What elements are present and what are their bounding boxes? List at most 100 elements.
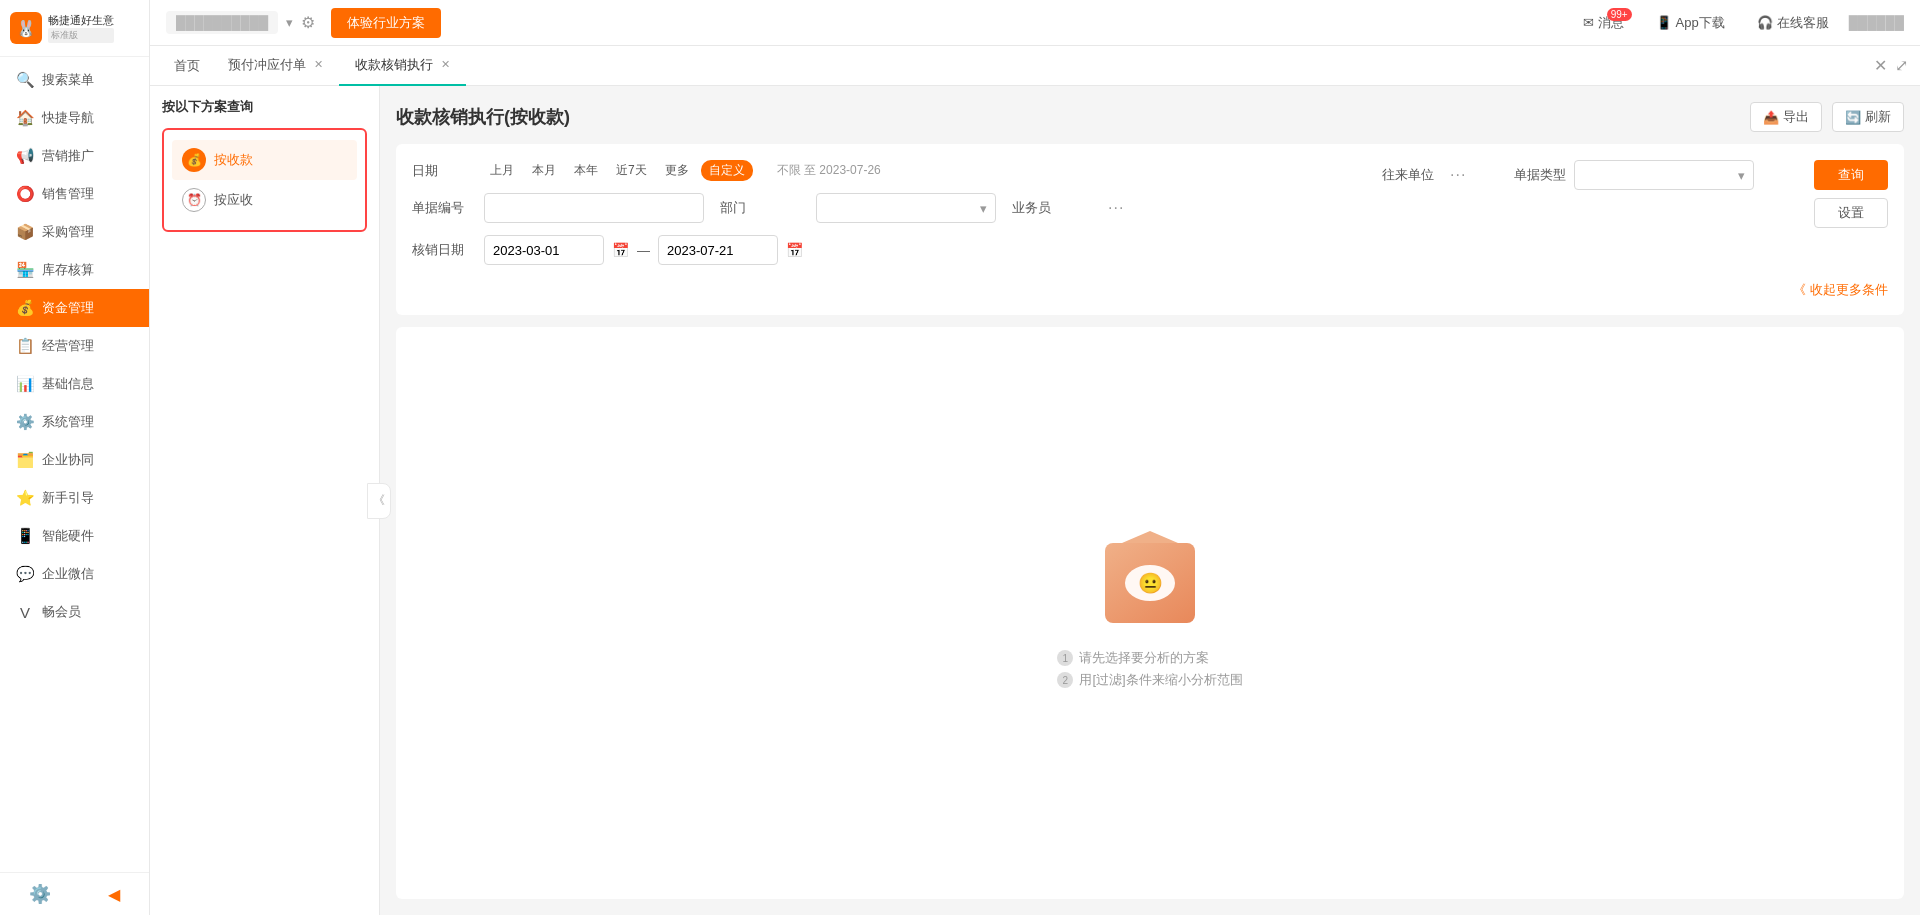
sidebar-bottom: ⚙️ ◀ <box>0 872 149 915</box>
sidebar-item-search-menu[interactable]: 🔍 搜索菜单 <box>0 61 149 99</box>
empty-state: 😐 1 请先选择要分析的方案 2 用[过滤]条件来缩小分析范围 <box>396 327 1904 899</box>
sidebar-collapse-icon[interactable]: ◀ <box>108 885 120 904</box>
doc-type-chevron-icon: ▾ <box>1738 168 1745 183</box>
date-this-month[interactable]: 本月 <box>526 160 562 181</box>
counterparty-label: 往来单位 <box>1382 166 1434 184</box>
sidebar-item-finance[interactable]: 💰 资金管理 <box>0 289 149 327</box>
empty-hint-2: 用[过滤]条件来缩小分析范围 <box>1079 671 1242 689</box>
operations-icon: 📋 <box>16 337 34 355</box>
date-7days[interactable]: 近7天 <box>610 160 653 181</box>
filter-panel-title: 按以下方案查询 <box>162 98 367 116</box>
panel-collapse-button[interactable]: 《 <box>367 483 391 519</box>
export-button[interactable]: 📤 导出 <box>1750 102 1822 132</box>
writeoff-end-cal-icon[interactable]: 📅 <box>786 242 803 258</box>
writeoff-end-date[interactable] <box>658 235 778 265</box>
refresh-button[interactable]: 🔄 刷新 <box>1832 102 1904 132</box>
finance-icon: 💰 <box>16 299 34 317</box>
content-header: 收款核销执行(按收款) 📤 导出 🔄 刷新 <box>396 102 1904 132</box>
receivable-icon: ⏰ <box>182 188 206 212</box>
date-range-display: 不限 至 2023-07-26 <box>777 162 881 179</box>
dept-select[interactable]: ▾ <box>816 193 996 223</box>
date-last-month[interactable]: 上月 <box>484 160 520 181</box>
home-icon: 🏠 <box>16 109 34 127</box>
sidebar-item-operations[interactable]: 📋 经营管理 <box>0 327 149 365</box>
filter-area: 日期 上月 本月 本年 近7天 更多 自定义 不限 至 2023-07-26 <box>396 144 1904 315</box>
logo-icon: 🐰 <box>10 12 42 44</box>
tab-close-all-icon[interactable]: ✕ <box>1874 56 1887 75</box>
tab-expand-icon[interactable]: ⤢ <box>1895 56 1908 75</box>
counterparty-select[interactable]: ··· <box>1450 166 1466 184</box>
sales-select[interactable]: ··· <box>1108 199 1124 217</box>
basic-info-icon: 📊 <box>16 375 34 393</box>
wechat-icon: 💬 <box>16 565 34 583</box>
doc-type-label: 单据类型 <box>1514 166 1566 184</box>
topbar: ██████████ ▾ ⚙ 体验行业方案 ✉ 消息 99+ 📱 App下载 🎧… <box>150 0 1920 46</box>
date-more[interactable]: 更多 <box>659 160 695 181</box>
tabbar: 首页 预付冲应付单 ✕ 收款核销执行 ✕ ✕ ⤢ <box>150 46 1920 86</box>
filter-options-box: 💰 按收款 ⏰ 按应收 <box>162 128 367 232</box>
tab-home[interactable]: 首页 <box>162 46 212 86</box>
collapse-icon: 《 <box>1793 281 1806 299</box>
sidebar-item-purchase[interactable]: 📦 采购管理 <box>0 213 149 251</box>
sidebar-item-smart-hw[interactable]: 📱 智能硬件 <box>0 517 149 555</box>
collapse-more-button[interactable]: 《 收起更多条件 <box>412 277 1888 299</box>
phone-icon: 📱 <box>1656 15 1672 30</box>
message-button[interactable]: ✉ 消息 99+ <box>1583 14 1624 32</box>
settings-gear-icon[interactable]: ⚙ <box>301 13 315 32</box>
doc-no-input[interactable] <box>484 193 704 223</box>
sidebar-item-enterprise[interactable]: 🗂️ 企业协同 <box>0 441 149 479</box>
empty-hints: 1 请先选择要分析的方案 2 用[过滤]条件来缩小分析范围 <box>1057 649 1242 693</box>
empty-illustration: 😐 <box>1090 533 1210 633</box>
online-service-button[interactable]: 🎧 在线客服 <box>1757 14 1829 32</box>
sidebar-item-system[interactable]: ⚙️ 系统管理 <box>0 403 149 441</box>
headset-icon: 🎧 <box>1757 15 1773 30</box>
vip-icon: V <box>16 604 34 621</box>
app-download-button[interactable]: 📱 App下载 <box>1656 14 1725 32</box>
search-icon: 🔍 <box>16 71 34 89</box>
filter-row-docno: 单据编号 部门 ▾ 业务员 ··· <box>412 193 1370 223</box>
sidebar-item-quick-nav[interactable]: 🏠 快捷导航 <box>0 99 149 137</box>
refresh-icon: 🔄 <box>1845 110 1861 125</box>
sidebar-item-basic-info[interactable]: 📊 基础信息 <box>0 365 149 403</box>
doc-type-select[interactable]: ▾ <box>1574 160 1754 190</box>
inventory-icon: 🏪 <box>16 261 34 279</box>
sidebar-item-guide[interactable]: ⭐ 新手引导 <box>0 479 149 517</box>
content-area: 按以下方案查询 💰 按收款 ⏰ 按应收 《 收款核销执行(按收款) <box>150 86 1920 915</box>
sidebar-settings-icon[interactable]: ⚙️ <box>29 883 51 905</box>
sidebar-item-marketing[interactable]: 📢 营销推广 <box>0 137 149 175</box>
user-display: ██████ <box>1849 15 1904 30</box>
writeoff-start-cal-icon[interactable]: 📅 <box>612 242 629 258</box>
filter-by-receipt[interactable]: 💰 按收款 <box>172 140 357 180</box>
tab-prepay[interactable]: 预付冲应付单 ✕ <box>212 46 339 86</box>
smart-hw-icon: 📱 <box>16 527 34 545</box>
writeoff-start-date[interactable] <box>484 235 604 265</box>
writeoff-date-label: 核销日期 <box>412 241 468 259</box>
dept-chevron-icon: ▾ <box>980 201 987 216</box>
guide-icon: ⭐ <box>16 489 34 507</box>
empty-hint-1: 请先选择要分析的方案 <box>1079 649 1209 667</box>
sales-label: 业务员 <box>1012 199 1092 217</box>
sales-icon: ⭕ <box>16 185 34 203</box>
sidebar-item-wechat[interactable]: 💬 企业微信 <box>0 555 149 593</box>
filter-by-receivable[interactable]: ⏰ 按应收 <box>172 180 357 220</box>
account-display: ██████████ <box>166 11 278 34</box>
dept-label: 部门 <box>720 199 800 217</box>
filter-row-date: 日期 上月 本月 本年 近7天 更多 自定义 不限 至 2023-07-26 <box>412 160 1370 181</box>
export-icon: 📤 <box>1763 110 1779 125</box>
sidebar-item-inventory[interactable]: 🏪 库存核算 <box>0 251 149 289</box>
tab-prepay-close-icon[interactable]: ✕ <box>314 58 323 71</box>
tab-collection-writeoff-close-icon[interactable]: ✕ <box>441 58 450 71</box>
sidebar-nav: 🔍 搜索菜单 🏠 快捷导航 📢 营销推广 ⭕ 销售管理 📦 采购管理 🏪 库存核… <box>0 57 149 872</box>
left-filter-panel: 按以下方案查询 💰 按收款 ⏰ 按应收 《 <box>150 86 380 915</box>
tab-collection-writeoff[interactable]: 收款核销执行 ✕ <box>339 46 466 86</box>
date-this-year[interactable]: 本年 <box>568 160 604 181</box>
settings-button[interactable]: 设置 <box>1814 198 1888 228</box>
query-button[interactable]: 查询 <box>1814 160 1888 190</box>
solution-button[interactable]: 体验行业方案 <box>331 8 441 38</box>
date-custom[interactable]: 自定义 <box>701 160 753 181</box>
account-dropdown-icon[interactable]: ▾ <box>286 15 293 30</box>
purchase-icon: 📦 <box>16 223 34 241</box>
sidebar-item-vip[interactable]: V 畅会员 <box>0 593 149 631</box>
sidebar-item-sales[interactable]: ⭕ 销售管理 <box>0 175 149 213</box>
marketing-icon: 📢 <box>16 147 34 165</box>
